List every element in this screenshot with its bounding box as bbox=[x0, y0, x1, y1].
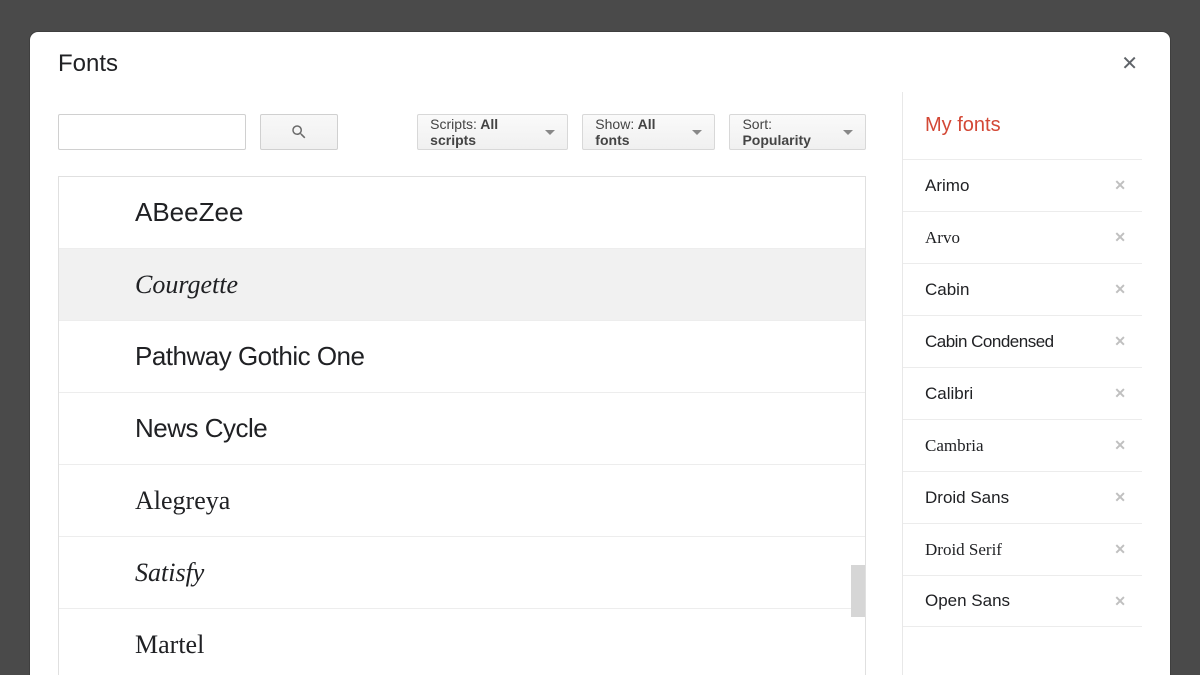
my-font-row[interactable]: Open Sans ✕ bbox=[903, 575, 1142, 627]
remove-font-icon[interactable]: ✕ bbox=[1114, 281, 1126, 298]
chevron-down-icon bbox=[692, 130, 702, 135]
search-icon bbox=[290, 123, 308, 141]
fonts-dialog: Fonts ✕ Scripts: All scripts bbox=[30, 32, 1170, 675]
dialog-header: Fonts ✕ bbox=[30, 32, 1170, 92]
dialog-body: Scripts: All scripts Show: All fonts Sor… bbox=[30, 92, 1170, 675]
my-font-name-label: Arvo bbox=[925, 228, 960, 248]
available-font-row[interactable]: ABeeZee bbox=[59, 177, 865, 249]
my-font-name-label: Arimo bbox=[925, 176, 969, 196]
my-font-name-label: Droid Sans bbox=[925, 488, 1009, 508]
search-button[interactable] bbox=[260, 114, 338, 150]
remove-font-icon[interactable]: ✕ bbox=[1114, 593, 1126, 610]
my-font-row[interactable]: Arvo ✕ bbox=[903, 211, 1142, 263]
font-name-label: Alegreya bbox=[135, 486, 230, 516]
sort-filter-value: Popularity bbox=[742, 132, 810, 148]
scrollbar-thumb[interactable] bbox=[851, 565, 865, 617]
my-font-name-label: Open Sans bbox=[925, 591, 1010, 611]
remove-font-icon[interactable]: ✕ bbox=[1114, 385, 1126, 402]
my-font-row[interactable]: Droid Serif ✕ bbox=[903, 523, 1142, 575]
available-fonts-list[interactable]: ABeeZee Courgette Pathway Gothic One News C… bbox=[59, 177, 865, 675]
available-fonts-pane: Scripts: All scripts Show: All fonts Sor… bbox=[58, 92, 866, 675]
my-font-name-label: Cabin Condensed bbox=[925, 332, 1054, 352]
available-font-row[interactable]: News Cycle bbox=[59, 393, 865, 465]
font-name-label: Satisfy bbox=[135, 558, 204, 588]
scripts-filter-dropdown[interactable]: Scripts: All scripts bbox=[417, 114, 568, 150]
my-fonts-pane: My fonts Arimo✕Arvo✕Cabin✕Cabin Condense… bbox=[902, 92, 1142, 675]
sort-filter-prefix: Sort: bbox=[742, 116, 772, 132]
font-name-label: Pathway Gothic One bbox=[135, 341, 364, 372]
my-font-row[interactable]: Cambria ✕ bbox=[903, 419, 1142, 471]
my-font-row[interactable]: Calibri ✕ bbox=[903, 367, 1142, 419]
available-font-row[interactable]: Alegreya bbox=[59, 465, 865, 537]
scripts-filter-prefix: Scripts: bbox=[430, 116, 477, 132]
chevron-down-icon bbox=[843, 130, 853, 135]
available-font-row[interactable]: Martel bbox=[59, 609, 865, 675]
chevron-down-icon bbox=[545, 130, 555, 135]
sort-filter-dropdown[interactable]: Sort: Popularity bbox=[729, 114, 866, 150]
my-font-name-label: Droid Serif bbox=[925, 540, 1002, 560]
available-font-row[interactable]: Satisfy bbox=[59, 537, 865, 609]
font-name-label: News Cycle bbox=[135, 413, 267, 444]
font-name-label: Courgette bbox=[135, 270, 238, 300]
remove-font-icon[interactable]: ✕ bbox=[1114, 437, 1126, 454]
font-search-input[interactable] bbox=[58, 114, 246, 150]
show-filter-dropdown[interactable]: Show: All fonts bbox=[582, 114, 715, 150]
dialog-title: Fonts bbox=[58, 50, 118, 78]
available-font-row[interactable]: Pathway Gothic One bbox=[59, 321, 865, 393]
app-backdrop bbox=[0, 0, 1200, 32]
my-fonts-title: My fonts bbox=[903, 114, 1142, 159]
available-fonts-list-container: ABeeZee Courgette Pathway Gothic One News C… bbox=[58, 176, 866, 675]
my-font-name-label: Calibri bbox=[925, 384, 973, 404]
available-font-row[interactable]: Courgette bbox=[59, 249, 865, 321]
remove-font-icon[interactable]: ✕ bbox=[1114, 541, 1126, 558]
font-name-label: Martel bbox=[135, 630, 204, 660]
my-font-row[interactable]: Droid Sans ✕ bbox=[903, 471, 1142, 523]
my-font-name-label: Cabin bbox=[925, 280, 969, 300]
my-font-row[interactable]: Arimo ✕ bbox=[903, 159, 1142, 211]
remove-font-icon[interactable]: ✕ bbox=[1114, 177, 1126, 194]
remove-font-icon[interactable]: ✕ bbox=[1114, 489, 1126, 506]
remove-font-icon[interactable]: ✕ bbox=[1114, 229, 1126, 246]
remove-font-icon[interactable]: ✕ bbox=[1114, 333, 1126, 350]
show-filter-prefix: Show: bbox=[595, 116, 634, 132]
my-font-row[interactable]: Cabin Condensed ✕ bbox=[903, 315, 1142, 367]
fonts-toolbar: Scripts: All scripts Show: All fonts Sor… bbox=[58, 92, 866, 176]
my-font-row[interactable]: Cabin ✕ bbox=[903, 263, 1142, 315]
font-name-label: ABeeZee bbox=[135, 197, 243, 228]
my-font-name-label: Cambria bbox=[925, 436, 984, 456]
my-fonts-list: Arimo✕Arvo✕Cabin✕Cabin Condensed✕Calibri… bbox=[903, 159, 1142, 675]
close-icon[interactable]: ✕ bbox=[1117, 50, 1142, 78]
